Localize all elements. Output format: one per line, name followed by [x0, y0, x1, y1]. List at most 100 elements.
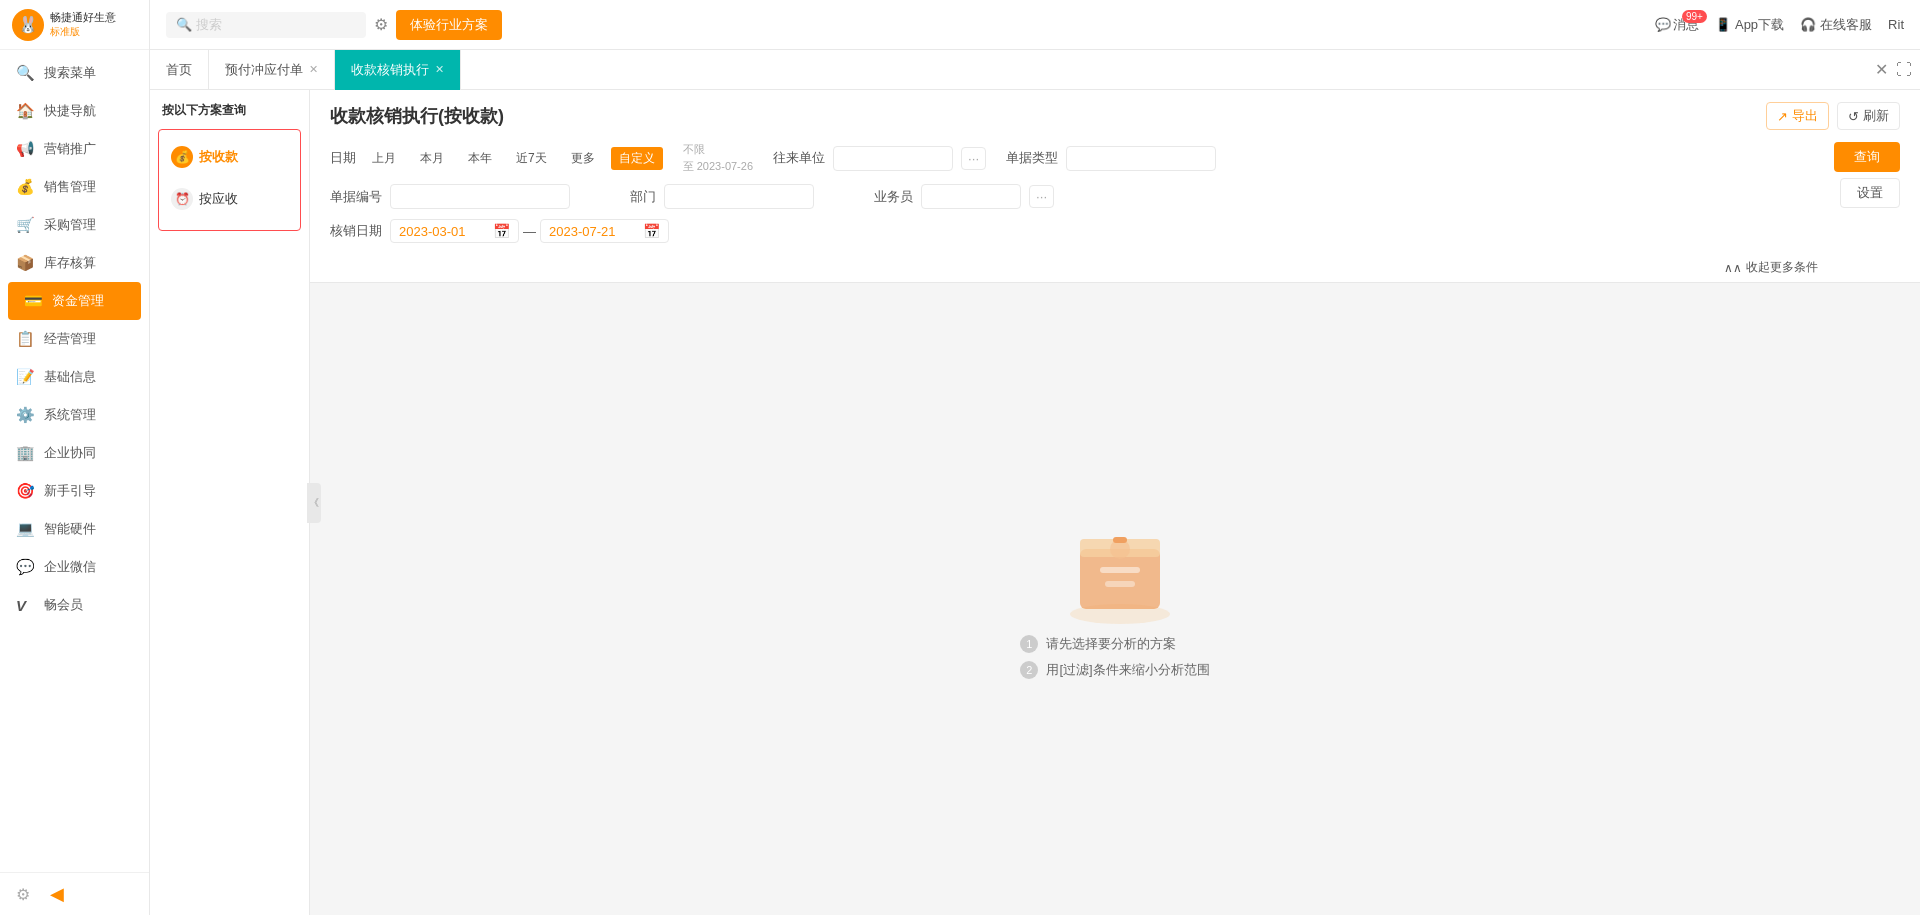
- sidebar-footer: ⚙ ◀: [0, 872, 149, 915]
- sidebar-item-operation[interactable]: 📋 经营管理: [0, 320, 149, 358]
- tabs-bar: 首页 预付冲应付单 ✕ 收款核销执行 ✕ ✕ ⛶: [150, 50, 1920, 90]
- collection-icon: 💰: [171, 146, 193, 168]
- collapse-sidebar-btn[interactable]: ◀: [50, 883, 64, 905]
- tab-prepay-close[interactable]: ✕: [309, 63, 318, 76]
- basic-icon: 📝: [16, 368, 36, 386]
- sales-icon: 💰: [16, 178, 36, 196]
- left-panel-title: 按以下方案查询: [158, 102, 301, 119]
- sidebar: 🐰 畅捷通好生意 标准版 🔍 搜索菜单 🏠 快捷导航 📢 营销推广 💰 销售管理…: [0, 0, 150, 915]
- sidebar-item-search[interactable]: 🔍 搜索菜单: [0, 54, 149, 92]
- topbar: 🔍 搜索 ⚙ 体验行业方案 💬 消息 99+ 📱 App下载 🎧 在线客服 Ri…: [150, 0, 1920, 50]
- sidebar-item-guide[interactable]: 🎯 新手引导: [0, 472, 149, 510]
- salesperson-dots-btn[interactable]: ···: [1029, 185, 1054, 208]
- sidebar-item-sales[interactable]: 💰 销售管理: [0, 168, 149, 206]
- setting-btn[interactable]: 设置: [1840, 178, 1900, 208]
- user-name: Rit: [1888, 17, 1904, 32]
- tab-expand-icon[interactable]: ⛶: [1896, 61, 1912, 79]
- topbar-gear-icon[interactable]: ⚙: [374, 15, 388, 34]
- sidebar-item-basic[interactable]: 📝 基础信息: [0, 358, 149, 396]
- export-btn[interactable]: ↗ 导出: [1766, 102, 1829, 130]
- sidebar-item-system[interactable]: ⚙️ 系统管理: [0, 396, 149, 434]
- counterparty-label: 往来单位: [773, 149, 825, 167]
- data-area: 1 请先选择要分析的方案 2 用[过滤]条件来缩小分析范围: [310, 283, 1920, 915]
- calendar-start-icon[interactable]: 📅: [493, 223, 510, 239]
- hardware-icon: 💻: [16, 520, 36, 538]
- filter-actions: 查询 设置: [1818, 142, 1900, 208]
- query-btn[interactable]: 查询: [1834, 142, 1900, 172]
- tabs-actions: ✕ ⛶: [1875, 60, 1920, 79]
- tab-close-icon[interactable]: ✕: [1875, 60, 1888, 79]
- this-month-btn[interactable]: 本月: [412, 147, 452, 170]
- filter-by-collection[interactable]: 💰 按收款: [165, 138, 294, 176]
- user-area[interactable]: Rit: [1888, 17, 1904, 32]
- counterparty-input[interactable]: [833, 146, 953, 171]
- industry-btn[interactable]: 体验行业方案: [396, 10, 502, 40]
- dept-select[interactable]: [664, 184, 814, 209]
- sidebar-item-hardware[interactable]: 💻 智能硬件: [0, 510, 149, 548]
- filter-panel-box: 💰 按收款 ⏰ 按应收: [158, 129, 301, 231]
- write-off-start-input[interactable]: [399, 224, 489, 239]
- sidebar-item-quick-nav[interactable]: 🏠 快捷导航: [0, 92, 149, 130]
- sidebar-item-marketing[interactable]: 📢 营销推广: [0, 130, 149, 168]
- refresh-btn[interactable]: ↺ 刷新: [1837, 102, 1900, 130]
- hint-item-1: 1 请先选择要分析的方案: [1020, 635, 1209, 653]
- svg-rect-6: [1113, 537, 1127, 543]
- logo-icon: 🐰: [12, 9, 44, 41]
- doc-no-input[interactable]: [390, 184, 570, 209]
- page-title: 收款核销执行(按收款): [330, 104, 504, 128]
- content-area: 按以下方案查询 💰 按收款 ⏰ 按应收 《 收款核销执行(按收款): [150, 90, 1920, 915]
- filter-by-receivable[interactable]: ⏰ 按应收: [165, 180, 294, 218]
- last-month-btn[interactable]: 上月: [364, 147, 404, 170]
- last-7-days-btn[interactable]: 近7天: [508, 147, 555, 170]
- topbar-search-area[interactable]: 🔍 搜索: [166, 12, 366, 38]
- write-off-start-field: 📅: [390, 219, 519, 243]
- tab-collection-close[interactable]: ✕: [435, 63, 444, 76]
- filter-row-3: 核销日期 📅 —: [330, 219, 1818, 243]
- online-service-btn[interactable]: 🎧 在线客服: [1800, 16, 1872, 34]
- logo-area: 🐰 畅捷通好生意 标准版: [0, 0, 149, 50]
- this-year-btn[interactable]: 本年: [460, 147, 500, 170]
- salesperson-input[interactable]: [921, 184, 1021, 209]
- service-icon: 🎧: [1800, 17, 1816, 32]
- panel-collapse-arrow[interactable]: 《: [307, 483, 321, 523]
- message-icon: 💬: [1655, 17, 1671, 32]
- custom-date-btn[interactable]: 自定义: [611, 147, 663, 170]
- page-actions: ↗ 导出 ↺ 刷新: [1766, 102, 1900, 130]
- sidebar-item-enterprise[interactable]: 🏢 企业协同: [0, 434, 149, 472]
- app-download-btn[interactable]: 📱 App下载: [1715, 16, 1784, 34]
- collapse-more-btn[interactable]: ∧∧ 收起更多条件: [330, 253, 1818, 282]
- filter-row-1: 日期 上月 本月 本年 近7天 更多 自定义 不限: [330, 142, 1818, 174]
- tab-home[interactable]: 首页: [150, 50, 209, 90]
- sidebar-item-member[interactable]: V 畅会员: [0, 586, 149, 624]
- sidebar-nav: 🔍 搜索菜单 🏠 快捷导航 📢 营销推广 💰 销售管理 🛒 采购管理 📦 库存核…: [0, 50, 149, 872]
- write-off-date-label: 核销日期: [330, 222, 382, 240]
- write-off-end-input[interactable]: [549, 224, 639, 239]
- sidebar-item-purchase[interactable]: 🛒 采购管理: [0, 206, 149, 244]
- logo-sub: 标准版: [50, 25, 116, 39]
- message-btn[interactable]: 💬 消息 99+: [1655, 16, 1699, 34]
- inventory-icon: 📦: [16, 254, 36, 272]
- sidebar-item-finance[interactable]: 💳 资金管理: [8, 282, 141, 320]
- counterparty-group: 往来单位 ···: [773, 146, 986, 171]
- sidebar-item-wechat[interactable]: 💬 企业微信: [0, 548, 149, 586]
- salesperson-label: 业务员: [874, 188, 913, 206]
- purchase-icon: 🛒: [16, 216, 36, 234]
- home-icon: 🏠: [16, 102, 36, 120]
- doc-type-select[interactable]: [1066, 146, 1216, 171]
- no-limit-area: 不限 至 2023-07-26: [683, 142, 753, 174]
- tab-collection[interactable]: 收款核销执行 ✕: [335, 50, 461, 90]
- message-badge: 99+: [1682, 10, 1707, 23]
- refresh-icon: ↺: [1848, 109, 1859, 124]
- empty-illustration: [1055, 519, 1175, 619]
- right-content: 收款核销执行(按收款) ↗ 导出 ↺ 刷新: [310, 90, 1920, 915]
- salesperson-group: 业务员 ···: [874, 184, 1054, 209]
- settings-icon[interactable]: ⚙: [16, 885, 30, 904]
- operation-icon: 📋: [16, 330, 36, 348]
- counterparty-dots-btn[interactable]: ···: [961, 147, 986, 170]
- more-date-btn[interactable]: 更多: [563, 147, 603, 170]
- sidebar-item-inventory[interactable]: 📦 库存核算: [0, 244, 149, 282]
- tab-prepay[interactable]: 预付冲应付单 ✕: [209, 50, 335, 90]
- doc-no-label: 单据编号: [330, 188, 382, 206]
- receivable-icon: ⏰: [171, 188, 193, 210]
- calendar-end-icon[interactable]: 📅: [643, 223, 660, 239]
